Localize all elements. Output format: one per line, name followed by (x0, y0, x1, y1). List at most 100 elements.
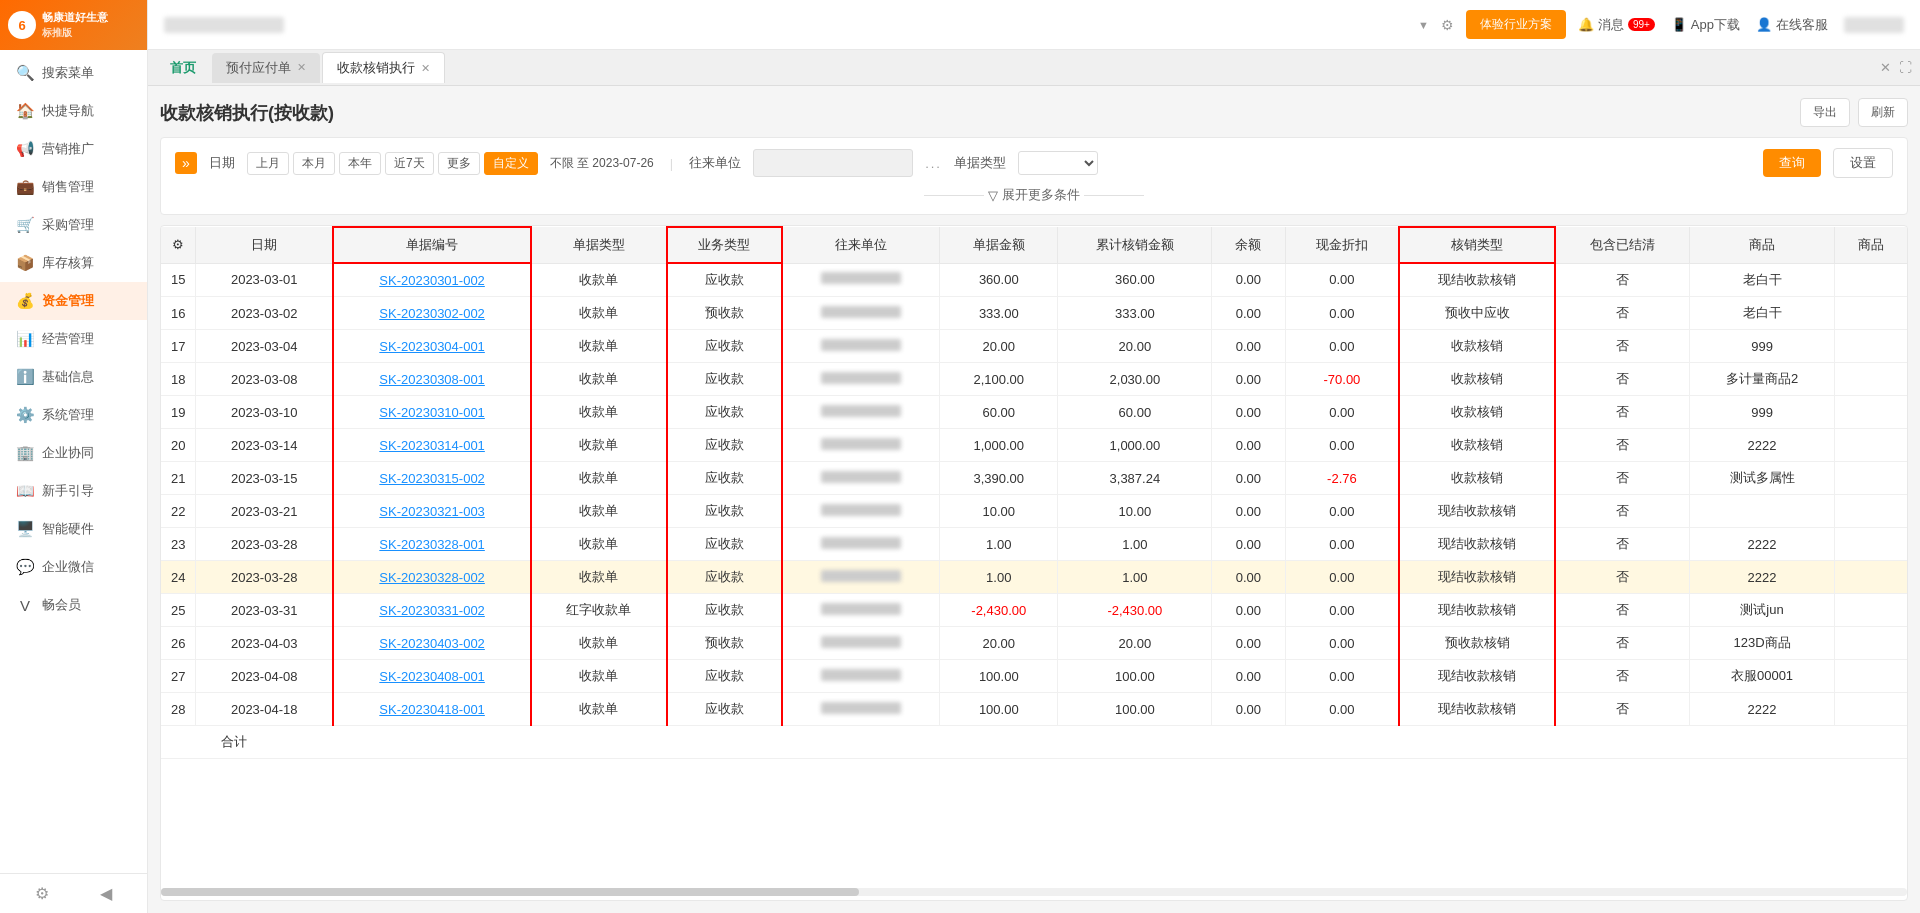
col-settings-icon[interactable]: ⚙ (161, 227, 196, 263)
date-more-btn[interactable]: 更多 (438, 152, 480, 175)
cell-counterpart (782, 594, 940, 627)
bill-no-link[interactable]: SK-20230403-002 (379, 636, 485, 651)
cell-no: 20 (161, 429, 196, 462)
cell-bill-no: SK-20230331-002 (333, 594, 531, 627)
bill-no-link[interactable]: SK-20230315-002 (379, 471, 485, 486)
sidebar-item-search[interactable]: 🔍搜索菜单 (0, 54, 147, 92)
cell-amount: 60.00 (940, 396, 1058, 429)
cell-biz-type: 应收款 (667, 263, 782, 297)
bill-no-link[interactable]: SK-20230308-001 (379, 372, 485, 387)
tab-expand-icon[interactable]: ⛶ (1899, 60, 1912, 75)
scrollbar-thumb[interactable] (161, 888, 859, 896)
cell-date: 2023-04-18 (196, 693, 333, 726)
date-7days-btn[interactable]: 近7天 (385, 152, 434, 175)
refresh-button[interactable]: 刷新 (1858, 98, 1908, 127)
cell-bill-type: 收款单 (531, 330, 666, 363)
data-table: ⚙ 日期 单据编号 单据类型 业务类型 往来单位 单据金额 累计核销金额 余额 … (161, 226, 1907, 759)
sidebar-item-sales[interactable]: 💼销售管理 (0, 168, 147, 206)
sidebar-item-quicknav[interactable]: 🏠快捷导航 (0, 92, 147, 130)
sidebar-item-inventory[interactable]: 📦库存核算 (0, 244, 147, 282)
date-prev-month-btn[interactable]: 上月 (247, 152, 289, 175)
bill-no-link[interactable]: SK-20230310-001 (379, 405, 485, 420)
settings-icon[interactable]: ⚙ (35, 884, 49, 903)
cell-amount: 360.00 (940, 263, 1058, 297)
cell-writeoff-type: 收款核销 (1399, 363, 1555, 396)
counterpart-input[interactable] (753, 149, 913, 177)
bill-no-link[interactable]: SK-20230321-003 (379, 504, 485, 519)
cell-amount: 20.00 (940, 330, 1058, 363)
cell-goods2 (1835, 627, 1907, 660)
sidebar-item-hardware[interactable]: 🖥️智能硬件 (0, 510, 147, 548)
app-download-item[interactable]: 📱 App下载 (1671, 16, 1740, 34)
cell-no: 15 (161, 263, 196, 297)
collapse-icon[interactable]: ◀ (100, 884, 112, 903)
cell-goods2 (1835, 495, 1907, 528)
solution-button[interactable]: 体验行业方案 (1466, 10, 1566, 39)
bill-no-link[interactable]: SK-20230301-002 (379, 273, 485, 288)
tab-collection[interactable]: 收款核销执行 ✕ (322, 52, 445, 83)
cell-goods2 (1835, 660, 1907, 693)
sidebar-item-guide[interactable]: 📖新手引导 (0, 472, 147, 510)
sidebar-item-marketing[interactable]: 📢营销推广 (0, 130, 147, 168)
date-quick-btns: 上月 本月 本年 近7天 更多 自定义 (247, 152, 538, 175)
tab-prepay[interactable]: 预付应付单 ✕ (212, 53, 320, 83)
bill-no-link[interactable]: SK-20230328-002 (379, 570, 485, 585)
nav-icon-marketing: 📢 (16, 140, 34, 158)
tab-home[interactable]: 首页 (156, 53, 210, 83)
col-bill-no-header: 单据编号 (333, 227, 531, 263)
cell-bill-no: SK-20230304-001 (333, 330, 531, 363)
cell-cash-discount: 0.00 (1285, 495, 1399, 528)
tab-collection-close-icon[interactable]: ✕ (421, 62, 430, 75)
cell-bill-no: SK-20230301-002 (333, 263, 531, 297)
cell-cash-discount: 0.00 (1285, 330, 1399, 363)
search-button[interactable]: 查询 (1763, 149, 1821, 177)
nav-icon-member: V (16, 597, 34, 614)
date-this-month-btn[interactable]: 本月 (293, 152, 335, 175)
cell-amount: 333.00 (940, 297, 1058, 330)
tab-prepay-close-icon[interactable]: ✕ (297, 61, 306, 74)
sidebar-item-finance[interactable]: 💰资金管理 (0, 282, 147, 320)
cell-writeoff: 1.00 (1058, 561, 1212, 594)
cell-biz-type: 应收款 (667, 363, 782, 396)
sidebar-item-system[interactable]: ⚙️系统管理 (0, 396, 147, 434)
sidebar-item-corp[interactable]: 🏢企业协同 (0, 434, 147, 472)
cell-counterpart (782, 660, 940, 693)
filter-toggle-button[interactable]: » (175, 152, 197, 174)
cell-goods1: 老白干 (1690, 263, 1835, 297)
receipt-type-select[interactable] (1018, 151, 1098, 175)
table-row: 21 2023-03-15 SK-20230315-002 收款单 应收款 3,… (161, 462, 1907, 495)
bill-no-link[interactable]: SK-20230302-002 (379, 306, 485, 321)
cell-date: 2023-03-28 (196, 561, 333, 594)
more-filters-dots[interactable]: ... (925, 156, 942, 171)
sidebar-item-wechat[interactable]: 💬企业微信 (0, 548, 147, 586)
cell-counterpart (782, 462, 940, 495)
bill-no-link[interactable]: SK-20230328-001 (379, 537, 485, 552)
cell-date: 2023-03-28 (196, 528, 333, 561)
cell-no: 28 (161, 693, 196, 726)
bill-no-link[interactable]: SK-20230314-001 (379, 438, 485, 453)
customer-service-item[interactable]: 👤 在线客服 (1756, 16, 1828, 34)
cell-goods2 (1835, 429, 1907, 462)
tab-close-all-icon[interactable]: ✕ (1880, 60, 1891, 75)
bill-no-link[interactable]: SK-20230331-002 (379, 603, 485, 618)
topbar-gear-icon[interactable]: ⚙ (1441, 17, 1454, 33)
expand-more-conditions-btn[interactable]: ▽ 展开更多条件 (175, 186, 1893, 204)
sidebar-item-basic[interactable]: ℹ️基础信息 (0, 358, 147, 396)
table-row: 18 2023-03-08 SK-20230308-001 收款单 应收款 2,… (161, 363, 1907, 396)
date-custom-btn[interactable]: 自定义 (484, 152, 538, 175)
bill-no-link[interactable]: SK-20230418-001 (379, 702, 485, 717)
date-this-year-btn[interactable]: 本年 (339, 152, 381, 175)
cell-goods1: 123D商品 (1690, 627, 1835, 660)
bill-no-link[interactable]: SK-20230304-001 (379, 339, 485, 354)
bill-no-link[interactable]: SK-20230408-001 (379, 669, 485, 684)
notification-item[interactable]: 🔔 消息 99+ (1578, 16, 1655, 34)
sidebar-item-purchase[interactable]: 🛒采购管理 (0, 206, 147, 244)
filter-settings-button[interactable]: 设置 (1833, 148, 1893, 178)
cell-cash-discount: 0.00 (1285, 693, 1399, 726)
export-button[interactable]: 导出 (1800, 98, 1850, 127)
nav-icon-finance: 💰 (16, 292, 34, 310)
sidebar-item-member[interactable]: V畅会员 (0, 586, 147, 624)
table-scroll[interactable]: ⚙ 日期 单据编号 单据类型 业务类型 往来单位 单据金额 累计核销金额 余额 … (161, 226, 1907, 884)
sidebar-item-operation[interactable]: 📊经营管理 (0, 320, 147, 358)
horizontal-scrollbar[interactable] (161, 888, 1907, 896)
